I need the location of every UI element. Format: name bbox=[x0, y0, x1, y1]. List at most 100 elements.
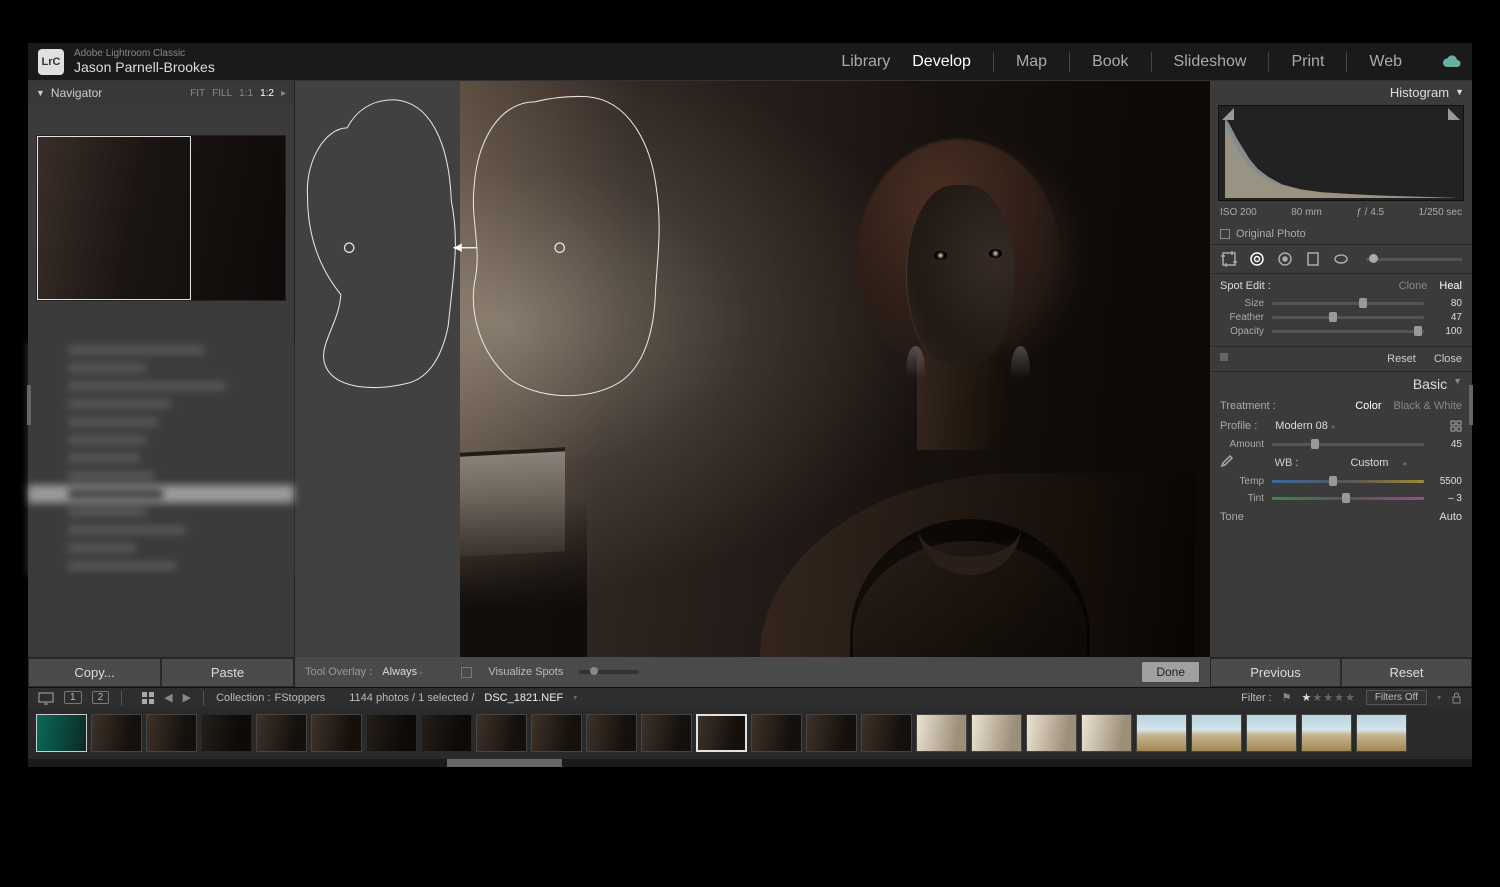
done-button[interactable]: Done bbox=[1141, 661, 1200, 683]
visualize-spots-checkbox[interactable] bbox=[461, 667, 472, 678]
spot-mode-clone[interactable]: Clone bbox=[1399, 280, 1428, 292]
filmstrip-thumbnail[interactable] bbox=[146, 714, 197, 752]
navigator-preview[interactable] bbox=[36, 135, 286, 301]
temp-slider-value[interactable]: 5500 bbox=[1432, 476, 1462, 487]
nav-map[interactable]: Map bbox=[1016, 53, 1047, 71]
profile-value[interactable]: Modern 08 bbox=[1275, 420, 1328, 432]
view-badge-2[interactable]: 2 bbox=[92, 691, 110, 704]
filmstrip-thumbnail[interactable] bbox=[1136, 714, 1187, 752]
navigator-crop-indicator[interactable] bbox=[37, 136, 191, 300]
panel-switch-icon[interactable] bbox=[1220, 353, 1228, 361]
histogram-chart[interactable] bbox=[1218, 105, 1464, 201]
filmstrip-thumbnail-selected[interactable] bbox=[696, 714, 747, 752]
spot-removal-tool-icon[interactable] bbox=[1248, 250, 1266, 268]
folder-list[interactable] bbox=[28, 337, 294, 657]
nav-library[interactable]: Library bbox=[841, 53, 890, 71]
navigator-panel-header[interactable]: ▼ Navigator FIT FILL 1:1 1:2 ▸ bbox=[28, 81, 294, 105]
zoom-more-icon[interactable]: ▸ bbox=[281, 88, 286, 99]
tint-slider-value[interactable]: – 3 bbox=[1432, 493, 1462, 504]
filter-lock-icon[interactable] bbox=[1451, 692, 1462, 704]
profile-dropdown-icon[interactable]: ▸ bbox=[1332, 422, 1336, 431]
shadow-clipping-indicator[interactable] bbox=[1222, 108, 1234, 120]
spot-mode-heal[interactable]: Heal bbox=[1439, 280, 1462, 292]
spot-edit-close-button[interactable]: Close bbox=[1434, 353, 1462, 365]
treatment-color[interactable]: Color bbox=[1355, 400, 1381, 412]
photo-image[interactable] bbox=[460, 81, 1210, 657]
radial-filter-icon[interactable] bbox=[1332, 250, 1350, 268]
wb-eyedropper-icon[interactable] bbox=[1218, 454, 1234, 473]
cloud-sync-icon[interactable] bbox=[1442, 55, 1462, 69]
filmstrip-thumbnail[interactable] bbox=[421, 714, 472, 752]
nav-develop[interactable]: Develop bbox=[912, 53, 971, 71]
spot-edit-reset-button[interactable]: Reset bbox=[1387, 353, 1416, 365]
zoom-1to2[interactable]: 1:2 bbox=[260, 88, 274, 99]
filmstrip-thumbnail[interactable] bbox=[1301, 714, 1352, 752]
tone-auto-button[interactable]: Auto bbox=[1439, 511, 1462, 523]
reset-button[interactable]: Reset bbox=[1341, 658, 1472, 687]
filmstrip-thumbnail[interactable] bbox=[861, 714, 912, 752]
nav-book[interactable]: Book bbox=[1092, 53, 1128, 71]
treatment-bw[interactable]: Black & White bbox=[1394, 400, 1462, 412]
filmstrip-thumbnail[interactable] bbox=[1026, 714, 1077, 752]
filmstrip-thumbnail[interactable] bbox=[586, 714, 637, 752]
left-panel-toggle[interactable] bbox=[27, 385, 31, 425]
profile-browser-icon[interactable] bbox=[1450, 420, 1462, 432]
filmstrip-thumbnail[interactable] bbox=[916, 714, 967, 752]
filmstrip-thumbnail[interactable] bbox=[201, 714, 252, 752]
visualize-spots-slider[interactable] bbox=[579, 670, 639, 674]
histogram-panel-header[interactable]: Histogram ▼ bbox=[1210, 81, 1472, 103]
wb-value[interactable]: Custom bbox=[1350, 457, 1388, 469]
image-canvas[interactable] bbox=[295, 81, 1210, 657]
amount-slider-value[interactable]: 45 bbox=[1432, 439, 1462, 450]
right-panel-toggle[interactable] bbox=[1469, 385, 1473, 425]
filename-dropdown-icon[interactable]: ▾ bbox=[573, 693, 577, 702]
grid-view-icon[interactable] bbox=[142, 692, 154, 704]
filmstrip-scrollbar[interactable] bbox=[28, 759, 1472, 767]
original-photo-checkbox[interactable] bbox=[1220, 229, 1230, 239]
filmstrip-thumbnail[interactable] bbox=[256, 714, 307, 752]
nav-back-icon[interactable]: ◀ bbox=[164, 691, 172, 704]
highlight-clipping-indicator[interactable] bbox=[1448, 108, 1460, 120]
secondary-display-icon[interactable] bbox=[38, 691, 54, 705]
filmstrip-thumbnail[interactable] bbox=[971, 714, 1022, 752]
filmstrip-thumbnail[interactable] bbox=[1246, 714, 1297, 752]
opacity-slider[interactable] bbox=[1272, 330, 1424, 333]
tool-overlay-value[interactable]: Always bbox=[382, 666, 423, 678]
filmstrip-thumbnail[interactable] bbox=[366, 714, 417, 752]
wb-dropdown-icon[interactable]: ▸ bbox=[1403, 459, 1407, 468]
filmstrip-thumbnail[interactable] bbox=[751, 714, 802, 752]
scrollbar-thumb[interactable] bbox=[447, 759, 563, 767]
basic-panel-header[interactable]: Basic ▼ bbox=[1210, 371, 1472, 396]
graduated-filter-icon[interactable] bbox=[1304, 250, 1322, 268]
tool-strip-slider[interactable] bbox=[1366, 258, 1462, 261]
feather-slider[interactable] bbox=[1272, 316, 1424, 319]
filmstrip-thumbnail[interactable] bbox=[311, 714, 362, 752]
zoom-1to1[interactable]: 1:1 bbox=[239, 88, 253, 99]
nav-print[interactable]: Print bbox=[1291, 53, 1324, 71]
filmstrip[interactable] bbox=[28, 707, 1472, 759]
filmstrip-thumbnail[interactable] bbox=[36, 714, 87, 752]
tint-slider[interactable] bbox=[1272, 497, 1424, 500]
size-slider[interactable] bbox=[1272, 302, 1424, 305]
filter-rating-stars[interactable]: ★★★★★ bbox=[1302, 691, 1356, 704]
original-photo-row[interactable]: Original Photo bbox=[1210, 224, 1472, 244]
size-slider-value[interactable]: 80 bbox=[1432, 298, 1462, 309]
crop-tool-icon[interactable] bbox=[1220, 250, 1238, 268]
view-badge-1[interactable]: 1 bbox=[64, 691, 82, 704]
paste-settings-button[interactable]: Paste bbox=[161, 658, 294, 687]
filmstrip-thumbnail[interactable] bbox=[531, 714, 582, 752]
filter-dropdown-icon[interactable]: ▾ bbox=[1437, 693, 1441, 702]
nav-forward-icon[interactable]: ▶ bbox=[183, 691, 191, 704]
amount-slider[interactable] bbox=[1272, 443, 1424, 446]
filmstrip-thumbnail[interactable] bbox=[476, 714, 527, 752]
filter-flag-icon[interactable]: ⚑ bbox=[1282, 691, 1292, 704]
filmstrip-thumbnail[interactable] bbox=[641, 714, 692, 752]
zoom-mode-selector[interactable]: FIT FILL 1:1 1:2 ▸ bbox=[190, 88, 286, 99]
filmstrip-thumbnail[interactable] bbox=[91, 714, 142, 752]
filmstrip-thumbnail[interactable] bbox=[1191, 714, 1242, 752]
zoom-fit[interactable]: FIT bbox=[190, 88, 205, 99]
filmstrip-thumbnail[interactable] bbox=[806, 714, 857, 752]
nav-slideshow[interactable]: Slideshow bbox=[1174, 53, 1247, 71]
collection-name[interactable]: FStoppers bbox=[274, 692, 325, 704]
spot-source-pin[interactable] bbox=[345, 243, 354, 252]
